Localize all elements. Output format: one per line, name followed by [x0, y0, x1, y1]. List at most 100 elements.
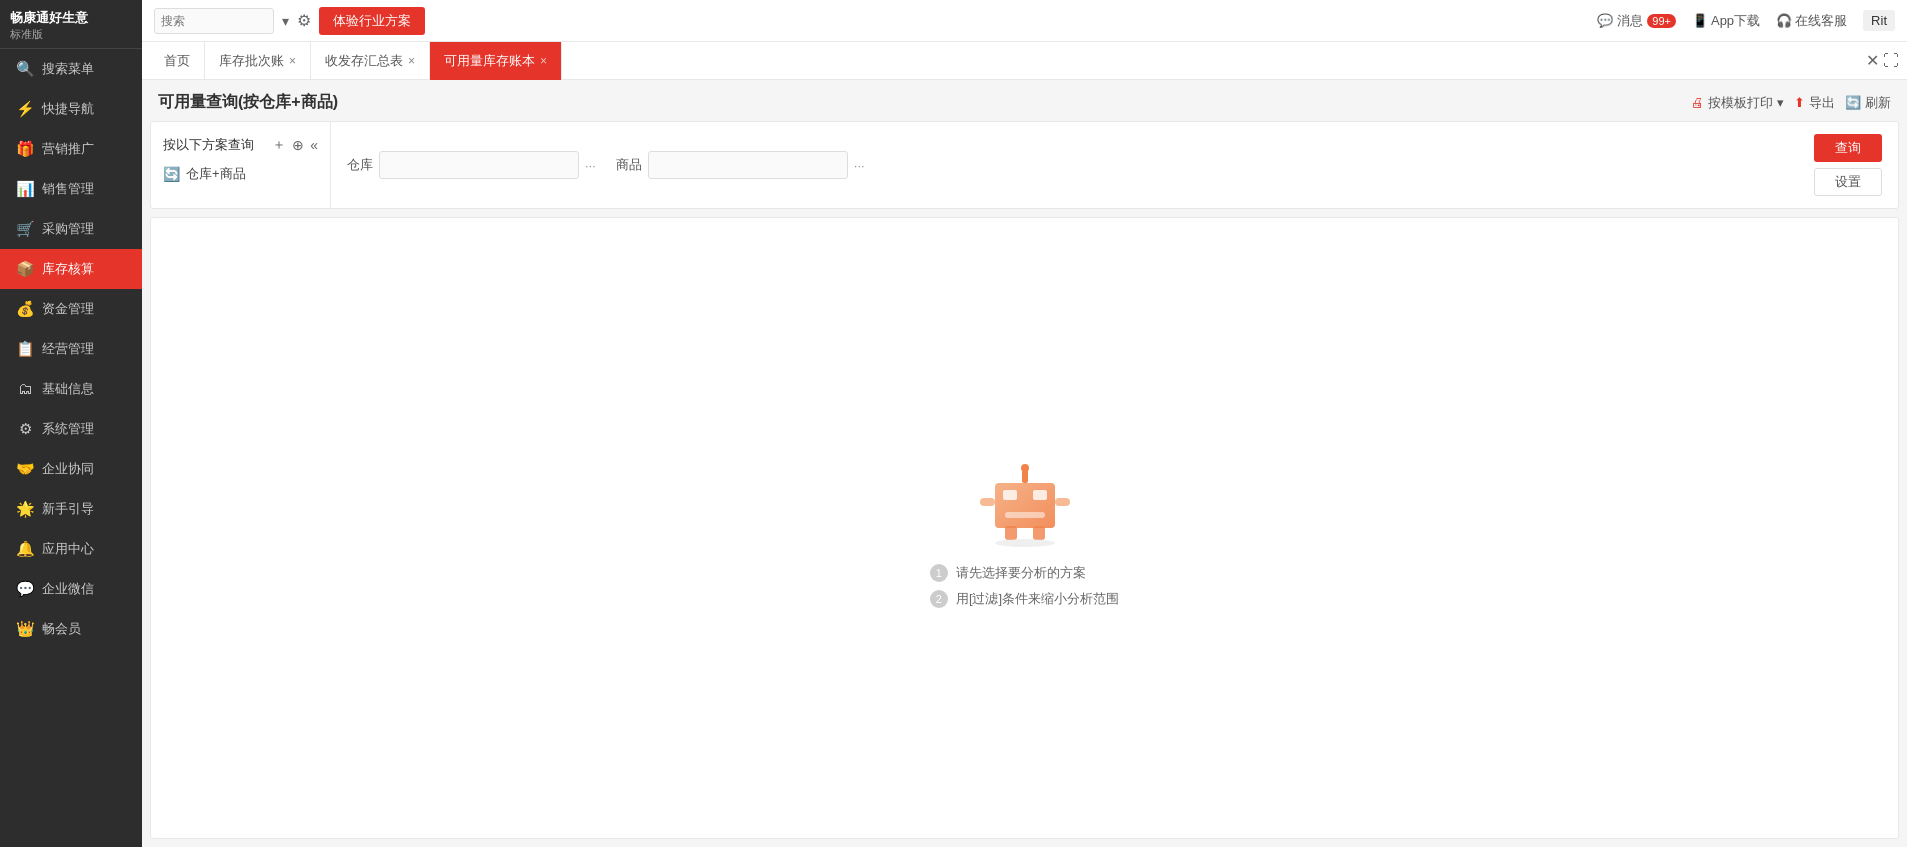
- sidebar-item-sales-mgmt[interactable]: 📊 销售管理: [0, 169, 142, 209]
- tab-home[interactable]: 首页: [150, 42, 205, 80]
- sidebar-item-marketing-promo[interactable]: 🎁 营销推广: [0, 129, 142, 169]
- sidebar-label-corp-collab: 企业协同: [42, 460, 94, 478]
- sidebar-label-purchase-mgmt: 采购管理: [42, 220, 94, 238]
- sidebar-item-wechat-work[interactable]: 💬 企业微信: [0, 569, 142, 609]
- query-button[interactable]: 查询: [1814, 134, 1882, 162]
- sidebar-item-search[interactable]: 🔍 搜索菜单: [0, 49, 142, 89]
- add-filter-icon[interactable]: ＋: [272, 136, 286, 154]
- tab-recv-summary-label: 收发存汇总表: [325, 52, 403, 70]
- sidebar-logo: 畅康通好生意 标准版: [0, 0, 142, 49]
- warehouse-input[interactable]: [379, 151, 579, 179]
- online-service-area[interactable]: 🎧 在线客服: [1776, 12, 1847, 30]
- trial-button[interactable]: 体验行业方案: [319, 7, 425, 35]
- sidebar-item-corp-collab[interactable]: 🤝 企业协同: [0, 449, 142, 489]
- app-download-area[interactable]: 📱 App下载: [1692, 12, 1760, 30]
- warehouse-more-btn[interactable]: ···: [585, 158, 596, 173]
- svg-rect-8: [1005, 526, 1017, 540]
- sidebar-icon-sales-mgmt: 📊: [16, 180, 34, 198]
- tab-batch-account-close[interactable]: ×: [289, 54, 296, 68]
- sidebar-item-shortcut[interactable]: ⚡ 快捷导航: [0, 89, 142, 129]
- sidebar-item-basic-info[interactable]: 🗂 基础信息: [0, 369, 142, 409]
- dropdown-icon[interactable]: ▾: [282, 13, 289, 29]
- print-icon: 🖨: [1691, 95, 1704, 110]
- search-input[interactable]: [154, 8, 274, 34]
- empty-state: 1 请先选择要分析的方案 2 用[过滤]条件来缩小分析范围: [150, 217, 1899, 839]
- sidebar-icon-operations: 📋: [16, 340, 34, 358]
- export-label: 导出: [1809, 94, 1835, 112]
- tab-recv-summary-close[interactable]: ×: [408, 54, 415, 68]
- refresh-button[interactable]: 🔄 刷新: [1845, 94, 1891, 112]
- filter-section-label: 按以下方案查询: [163, 136, 254, 154]
- sidebar-item-app-center[interactable]: 🔔 应用中心: [0, 529, 142, 569]
- sidebar-label-members: 畅会员: [42, 620, 81, 638]
- sidebar-item-finance[interactable]: 💰 资金管理: [0, 289, 142, 329]
- svg-point-5: [1021, 464, 1029, 472]
- print-dropdown-icon[interactable]: ▾: [1777, 95, 1784, 110]
- export-button[interactable]: ⬆ 导出: [1794, 94, 1835, 112]
- sidebar-label-search: 搜索菜单: [42, 60, 94, 78]
- sidebar-item-sys-mgmt[interactable]: ⚙ 系统管理: [0, 409, 142, 449]
- sidebar-item-purchase-mgmt[interactable]: 🛒 采购管理: [0, 209, 142, 249]
- settings-button[interactable]: 设置: [1814, 168, 1882, 196]
- page-header: 可用量查询(按仓库+商品) 🖨 按模板打印 ▾ ⬆ 导出 🔄 刷新: [142, 80, 1907, 121]
- sidebar-item-members[interactable]: 👑 畅会员: [0, 609, 142, 649]
- filter-actions: 查询 设置: [1814, 134, 1882, 196]
- sidebar-label-sys-mgmt: 系统管理: [42, 420, 94, 438]
- goods-more-btn[interactable]: ···: [854, 158, 865, 173]
- sidebar-icon-marketing-promo: 🎁: [16, 140, 34, 158]
- tab-batch-account[interactable]: 库存批次账 ×: [205, 42, 311, 80]
- goods-input[interactable]: [648, 151, 848, 179]
- tip-num-2: 2: [930, 590, 948, 608]
- tabs-bar: 首页 库存批次账 × 收发存汇总表 × 可用量库存账本 × ✕ ⛶: [142, 42, 1907, 80]
- user-avatar[interactable]: Rit: [1863, 10, 1895, 31]
- brand-name: 畅康通好生意: [10, 10, 132, 27]
- svg-rect-2: [1033, 490, 1047, 500]
- message-badge: 99+: [1647, 14, 1676, 28]
- tab-available-ledger-close[interactable]: ×: [540, 54, 547, 68]
- sidebar-item-onboarding[interactable]: 🌟 新手引导: [0, 489, 142, 529]
- svg-rect-1: [1003, 490, 1017, 500]
- filter-right: 仓库 ··· 商品 ··· 查询 设置: [331, 122, 1898, 208]
- warehouse-field: 仓库 ···: [347, 151, 596, 179]
- tabs-close-all-icon[interactable]: ✕: [1866, 51, 1879, 70]
- filter-warehouse-goods[interactable]: 🔄 仓库+商品: [151, 158, 330, 190]
- sidebar-menu: 🔍 搜索菜单 ⚡ 快捷导航 🎁 营销推广 📊 销售管理 🛒 采购管理 📦 库存核…: [0, 49, 142, 847]
- sidebar-item-operations[interactable]: 📋 经营管理: [0, 329, 142, 369]
- svg-rect-3: [1005, 512, 1045, 518]
- svg-rect-9: [1033, 526, 1045, 540]
- online-service-label: 在线客服: [1795, 12, 1847, 30]
- sidebar-label-onboarding: 新手引导: [42, 500, 94, 518]
- tabs-bar-actions: ✕ ⛶: [1866, 51, 1907, 70]
- sidebar-label-inventory: 库存核算: [42, 260, 94, 278]
- tab-available-ledger[interactable]: 可用量库存账本 ×: [430, 42, 562, 80]
- tabs-expand-icon[interactable]: ⛶: [1883, 52, 1899, 70]
- sidebar-label-finance: 资金管理: [42, 300, 94, 318]
- settings-filter-icon[interactable]: ⊕: [292, 137, 304, 153]
- message-icon: 💬: [1597, 13, 1613, 28]
- tab-home-label: 首页: [164, 52, 190, 70]
- warehouse-label: 仓库: [347, 156, 373, 174]
- page-title: 可用量查询(按仓库+商品): [158, 92, 338, 113]
- filter-section-header: 按以下方案查询 ＋ ⊕ «: [151, 132, 330, 158]
- sidebar-icon-inventory: 📦: [16, 260, 34, 278]
- sidebar-icon-finance: 💰: [16, 300, 34, 318]
- warehouse-goods-label: 仓库+商品: [186, 165, 246, 183]
- app-download-label: App下载: [1711, 12, 1760, 30]
- tab-available-ledger-label: 可用量库存账本: [444, 52, 535, 70]
- tab-batch-account-label: 库存批次账: [219, 52, 284, 70]
- tab-recv-summary[interactable]: 收发存汇总表 ×: [311, 42, 430, 80]
- tip-num-1: 1: [930, 564, 948, 582]
- sidebar-icon-wechat-work: 💬: [16, 580, 34, 598]
- gear-icon[interactable]: ⚙: [297, 11, 311, 30]
- message-area[interactable]: 💬 消息 99+: [1597, 12, 1676, 30]
- filter-left: 按以下方案查询 ＋ ⊕ « 🔄 仓库+商品: [151, 122, 331, 208]
- sidebar-item-inventory[interactable]: 📦 库存核算: [0, 249, 142, 289]
- svg-rect-7: [1055, 498, 1070, 506]
- edition-label: 标准版: [10, 27, 132, 42]
- sidebar-label-sales-mgmt: 销售管理: [42, 180, 94, 198]
- collapse-icon[interactable]: «: [310, 137, 318, 153]
- goods-field: 商品 ···: [616, 151, 865, 179]
- print-button[interactable]: 🖨 按模板打印 ▾: [1691, 94, 1784, 112]
- filter-area: 按以下方案查询 ＋ ⊕ « 🔄 仓库+商品 仓库 ···: [150, 121, 1899, 209]
- print-label: 按模板打印: [1708, 94, 1773, 112]
